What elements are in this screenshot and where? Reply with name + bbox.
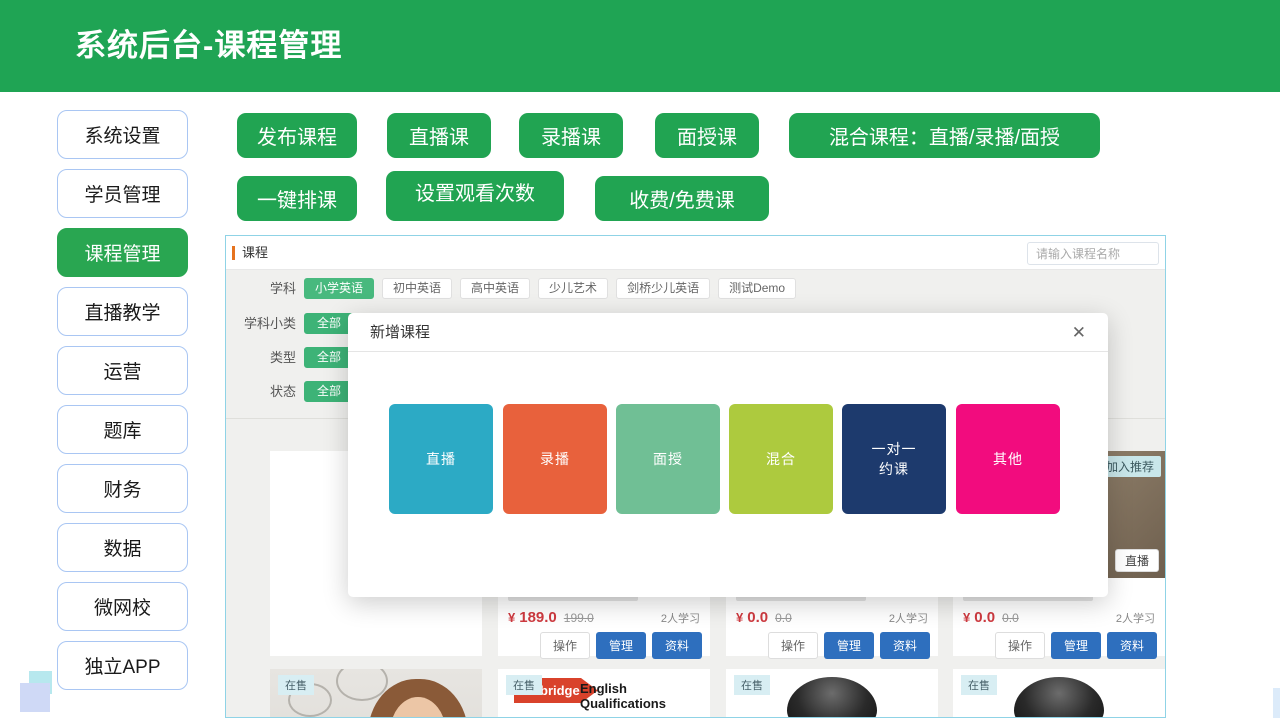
course-type-one-on-one-card[interactable]: 一对一 约课 xyxy=(842,404,946,514)
students-count: 2人学习 xyxy=(1116,610,1155,626)
material-button[interactable]: 资料 xyxy=(880,632,930,659)
sidebar-item-standalone-app[interactable]: 独立APP xyxy=(57,641,188,690)
price-old-value: 0.0 xyxy=(775,611,792,625)
paid-free-course-button[interactable]: 收费/免费课 xyxy=(595,176,769,221)
sidebar-item-micro-school[interactable]: 微网校 xyxy=(57,582,188,631)
price-currency: ¥ xyxy=(963,610,970,625)
filter-label-subject: 学科 xyxy=(234,278,296,299)
manage-button[interactable]: 管理 xyxy=(1051,632,1101,659)
students-count: 2人学习 xyxy=(661,610,700,626)
panel-title-accent-bar xyxy=(232,246,235,260)
filter-option-primary-english[interactable]: 小学英语 xyxy=(304,278,374,299)
on-sale-badge: 在售 xyxy=(278,675,314,695)
course-search-input[interactable] xyxy=(1027,242,1159,265)
add-course-modal: 新增课程 ✕ 直播 录播 面授 混合 一对一 约课 其他 xyxy=(348,313,1108,597)
filter-subject-options: 小学英语初中英语高中英语少儿艺术剑桥少儿英语测试Demo xyxy=(304,278,804,299)
price-currency: ¥ xyxy=(736,610,743,625)
filter-option-type-all[interactable]: 全部 xyxy=(304,347,354,368)
sidebar-item-operations[interactable]: 运营 xyxy=(57,346,188,395)
modal-header: 新增课程 ✕ xyxy=(348,313,1108,352)
sidebar-item-question-bank[interactable]: 题库 xyxy=(57,405,188,454)
live-course-button[interactable]: 直播课 xyxy=(387,113,491,158)
filter-option-status-all[interactable]: 全部 xyxy=(304,381,354,402)
filter-label-subcategory: 学科小类 xyxy=(234,313,296,334)
course-card-7[interactable]: 在售 xyxy=(726,669,938,718)
filter-option-children-art[interactable]: 少儿艺术 xyxy=(538,278,608,299)
price-value: 189.0 xyxy=(519,609,557,626)
sidebar-item-system-settings[interactable]: 系统设置 xyxy=(57,110,188,159)
course-type-offline-card[interactable]: 面授 xyxy=(616,404,720,514)
sidebar: 系统设置 学员管理 课程管理 直播教学 运营 题库 财务 数据 微网校 独立AP… xyxy=(57,110,188,700)
price-old-value: 199.0 xyxy=(564,611,594,625)
lens-cap-photo xyxy=(1014,677,1104,718)
price-currency: ¥ xyxy=(508,610,515,625)
one-key-schedule-button[interactable]: 一键排课 xyxy=(237,176,357,221)
filter-label-type: 类型 xyxy=(234,347,296,368)
lens-cap-photo xyxy=(787,677,877,718)
students-count: 2人学习 xyxy=(889,610,928,626)
decor-square-right xyxy=(1273,688,1280,718)
filter-option-cambridge-english[interactable]: 剑桥少儿英语 xyxy=(616,278,710,299)
material-button[interactable]: 资料 xyxy=(1107,632,1157,659)
modal-title: 新增课程 xyxy=(370,313,430,352)
filter-label-status: 状态 xyxy=(234,381,296,402)
filter-option-senior-english[interactable]: 高中英语 xyxy=(460,278,530,299)
course-type-recorded-card[interactable]: 录播 xyxy=(503,404,607,514)
price-value: 0.0 xyxy=(974,609,995,626)
course-type-live-card[interactable]: 直播 xyxy=(389,404,493,514)
panel-header: 课程 xyxy=(226,236,1165,270)
sidebar-item-data[interactable]: 数据 xyxy=(57,523,188,572)
sidebar-item-course-management[interactable]: 课程管理 xyxy=(57,228,188,277)
mixed-course-button[interactable]: 混合课程：直播/录播/面授 xyxy=(789,113,1100,158)
on-sale-badge: 在售 xyxy=(506,675,542,695)
course-card-5[interactable]: 在售 xyxy=(270,669,482,718)
brand-text: English Qualifications xyxy=(580,681,710,711)
publish-course-button[interactable]: 发布课程 xyxy=(237,113,357,158)
add-recommend-badge[interactable]: 加入推荐 xyxy=(1099,456,1161,477)
price-value: 0.0 xyxy=(747,609,768,626)
page-title: 系统后台-课程管理 xyxy=(75,0,342,92)
course-type-mixed-card[interactable]: 混合 xyxy=(729,404,833,514)
filter-option-subcategory-all[interactable]: 全部 xyxy=(304,313,354,334)
sidebar-item-finance[interactable]: 财务 xyxy=(57,464,188,513)
close-icon[interactable]: ✕ xyxy=(1072,313,1086,352)
decor-square-lavender xyxy=(20,683,50,712)
material-button[interactable]: 资料 xyxy=(652,632,702,659)
filter-option-junior-english[interactable]: 初中英语 xyxy=(382,278,452,299)
course-type-tag-live[interactable]: 直播 xyxy=(1115,549,1159,572)
operate-button[interactable]: 操作 xyxy=(540,632,590,659)
manage-button[interactable]: 管理 xyxy=(824,632,874,659)
panel-title: 课程 xyxy=(242,236,268,270)
filter-option-test-demo[interactable]: 测试Demo xyxy=(718,278,796,299)
price-old-value: 0.0 xyxy=(1002,611,1019,625)
operate-button[interactable]: 操作 xyxy=(768,632,818,659)
sidebar-item-live-teaching[interactable]: 直播教学 xyxy=(57,287,188,336)
on-sale-badge: 在售 xyxy=(961,675,997,695)
set-view-count-button[interactable]: 设置观看次数 xyxy=(386,171,564,221)
sidebar-item-student-management[interactable]: 学员管理 xyxy=(57,169,188,218)
manage-button[interactable]: 管理 xyxy=(596,632,646,659)
course-type-other-card[interactable]: 其他 xyxy=(956,404,1060,514)
course-card-6[interactable]: bridge English Qualifications 在售 xyxy=(498,669,710,718)
page-header: 系统后台-课程管理 xyxy=(0,0,1280,92)
offline-course-button[interactable]: 面授课 xyxy=(655,113,759,158)
course-card-8[interactable]: 在售 xyxy=(953,669,1165,718)
operate-button[interactable]: 操作 xyxy=(995,632,1045,659)
on-sale-badge: 在售 xyxy=(734,675,770,695)
recorded-course-button[interactable]: 录播课 xyxy=(519,113,623,158)
